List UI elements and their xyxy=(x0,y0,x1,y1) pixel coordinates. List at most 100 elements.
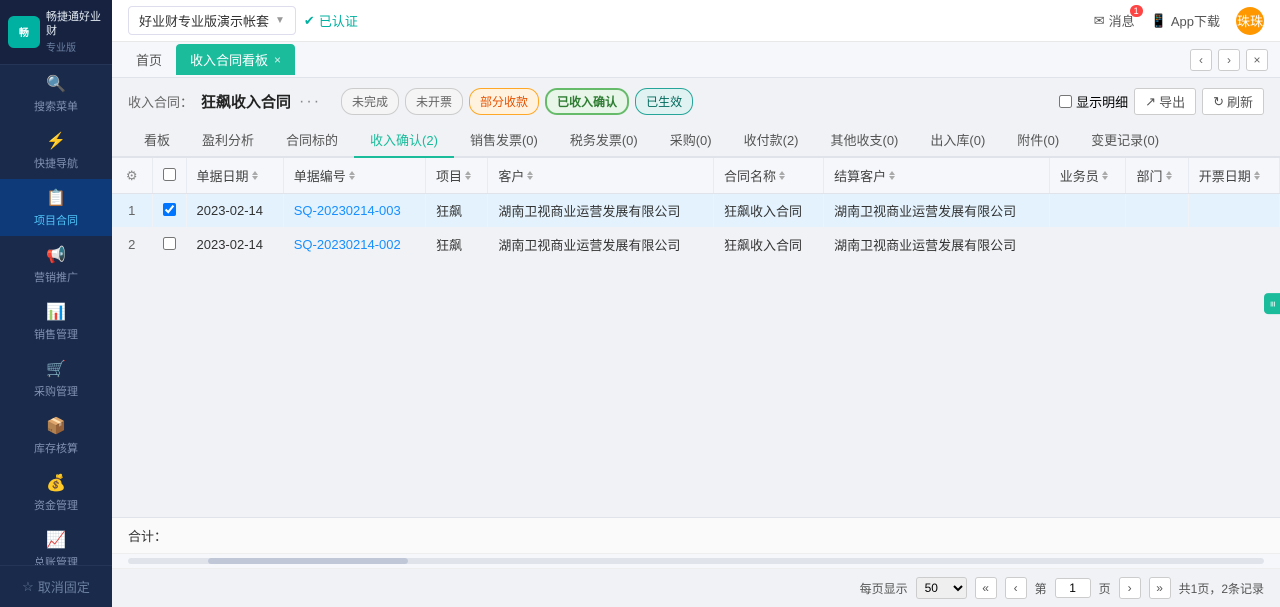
subtab-6[interactable]: 采购(0) xyxy=(654,123,728,158)
certified-badge: ✔ 已认证 xyxy=(304,11,358,30)
status-button-3[interactable]: 已收入确认 xyxy=(545,88,629,115)
subtab-4[interactable]: 销售发票(0) xyxy=(454,123,554,158)
tab-active[interactable]: 收入合同看板 × xyxy=(176,44,295,75)
subtab-5[interactable]: 税务发票(0) xyxy=(554,123,654,158)
sidebar-item-7[interactable]: 💰 资金管理 xyxy=(0,464,112,521)
show-detail-checkbox-label[interactable]: 显示明细 xyxy=(1059,92,1128,111)
sort-icon-10[interactable] xyxy=(1254,171,1260,180)
sidebar-item-2[interactable]: 📋项目合同 xyxy=(0,179,112,236)
refresh-button[interactable]: ↻ 刷新 xyxy=(1202,88,1264,115)
status-button-1[interactable]: 未开票 xyxy=(405,88,463,115)
subtab-3[interactable]: 收入确认(2) xyxy=(354,123,454,158)
status-button-0[interactable]: 未完成 xyxy=(341,88,399,115)
subtab-1[interactable]: 盈利分析 xyxy=(186,123,270,158)
sidebar-unpin[interactable]: ☆ 取消固定 xyxy=(14,574,98,599)
next-page-button[interactable]: › xyxy=(1119,577,1141,599)
sidebar-label-6: 库存核算 xyxy=(34,440,78,456)
row-checkbox-0[interactable] xyxy=(163,203,176,216)
export-button[interactable]: ↗ 导出 xyxy=(1134,88,1196,115)
table-row-0[interactable]: 12023-02-14SQ-20230214-003狂飙湖南卫视商业运营发展有限… xyxy=(112,194,1280,228)
col-header-6[interactable]: 合同名称 xyxy=(714,158,824,194)
sidebar-item-8[interactable]: 📈总账管理 xyxy=(0,521,112,565)
sort-icon-3[interactable] xyxy=(349,171,355,180)
sidebar-item-0[interactable]: 🔍搜索菜单 xyxy=(0,65,112,122)
row-docno-1[interactable]: SQ-20230214-002 xyxy=(294,237,401,252)
sidebar-item-1[interactable]: ⚡快捷导航 xyxy=(0,122,112,179)
subtab-2[interactable]: 合同标的 xyxy=(270,123,354,158)
row-checkbox-1[interactable] xyxy=(163,237,176,250)
main-area: 好业财专业版演示帐套 ▼ ✔ 已认证 ✉ 1 消息 📱 App下载 珠珠 xyxy=(112,0,1280,607)
scrollbar-thumb[interactable] xyxy=(208,558,408,564)
col-header-2[interactable]: 单据日期 xyxy=(186,158,283,194)
col-header-4[interactable]: 项目 xyxy=(426,158,488,194)
tab-close-icon[interactable]: × xyxy=(274,53,281,67)
tab-close-button[interactable]: × xyxy=(1246,49,1268,71)
sort-icon-2[interactable] xyxy=(252,171,258,180)
show-detail-checkbox[interactable] xyxy=(1059,95,1072,108)
row-settle-0: 湖南卫视商业运营发展有限公司 xyxy=(834,204,1016,219)
topbar-left: 好业财专业版演示帐套 ▼ ✔ 已认证 xyxy=(128,6,358,35)
sidebar-icon-7: 💰 xyxy=(45,472,67,494)
tab-home[interactable]: 首页 xyxy=(124,44,174,75)
sidebar-item-4[interactable]: 📊销售管理 xyxy=(0,293,112,350)
row-num-1: 2 xyxy=(128,237,135,252)
sidebar-item-3[interactable]: 📢营销推广 xyxy=(0,236,112,293)
col-header-9[interactable]: 部门 xyxy=(1126,158,1188,194)
subtab-11[interactable]: 变更记录(0) xyxy=(1075,123,1175,158)
col-header-0: ⚙ xyxy=(112,158,152,194)
row-docno-0[interactable]: SQ-20230214-003 xyxy=(294,203,401,218)
subtab-7[interactable]: 收付款(2) xyxy=(728,123,815,158)
company-name: 好业财专业版演示帐套 xyxy=(139,11,269,30)
pagination: 每页显示 50 100 « ‹ 第 页 › » 共1页，2条记录 xyxy=(112,568,1280,607)
col-header-5[interactable]: 客户 xyxy=(488,158,714,194)
select-all-checkbox[interactable] xyxy=(163,168,176,181)
total-info: 共1页，2条记录 xyxy=(1179,580,1264,597)
col-header-8[interactable]: 业务员 xyxy=(1049,158,1126,194)
message-action[interactable]: ✉ 1 消息 xyxy=(1094,11,1135,30)
table-area[interactable]: ⚙ 单据日期单据编号项目客户合同名称结算客户业务员部门开票日期 12023-02-… xyxy=(112,158,1280,517)
avatar[interactable]: 珠珠 xyxy=(1236,7,1264,35)
status-button-4[interactable]: 已生效 xyxy=(635,88,693,115)
settings-icon[interactable]: ⚙ xyxy=(126,168,138,183)
total-label: 合计： xyxy=(128,526,167,545)
tab-prev-button[interactable]: ‹ xyxy=(1190,49,1212,71)
tab-home-label: 首页 xyxy=(136,53,162,68)
sort-icon-9[interactable] xyxy=(1166,171,1172,180)
sort-icon-8[interactable] xyxy=(1102,171,1108,180)
sidebar-item-5[interactable]: 🛒采购管理 xyxy=(0,350,112,407)
subtab-0[interactable]: 看板 xyxy=(128,123,186,158)
first-page-button[interactable]: « xyxy=(975,577,997,599)
prev-page-button[interactable]: ‹ xyxy=(1005,577,1027,599)
last-page-button[interactable]: » xyxy=(1149,577,1171,599)
logo-text: 畅捷通好业财 xyxy=(46,10,104,39)
subtab-9[interactable]: 出入库(0) xyxy=(914,123,1001,158)
sidebar: 畅 畅捷通好业财 专业版 🔍搜索菜单⚡快捷导航📋项目合同📢营销推广📊销售管理🛒采… xyxy=(0,0,112,607)
col-header-3[interactable]: 单据编号 xyxy=(283,158,425,194)
sort-icon-4[interactable] xyxy=(465,171,471,180)
sort-icon-6[interactable] xyxy=(779,171,785,180)
per-page-select[interactable]: 50 100 xyxy=(916,577,967,599)
subtab-10[interactable]: 附件(0) xyxy=(1001,123,1075,158)
right-edge-panel-button[interactable]: ≡ xyxy=(1264,293,1280,315)
app-download-action[interactable]: 📱 App下载 xyxy=(1151,11,1220,30)
col-header-7[interactable]: 结算客户 xyxy=(824,158,1050,194)
data-table: ⚙ 单据日期单据编号项目客户合同名称结算客户业务员部门开票日期 12023-02-… xyxy=(112,158,1280,262)
status-button-2[interactable]: 部分收款 xyxy=(469,88,539,115)
sidebar-item-6[interactable]: 📦库存核算 xyxy=(0,407,112,464)
subtab-8[interactable]: 其他收支(0) xyxy=(815,123,915,158)
sidebar-label-7: 资金管理 xyxy=(34,497,78,513)
table-head: ⚙ 单据日期单据编号项目客户合同名称结算客户业务员部门开票日期 xyxy=(112,158,1280,194)
tab-next-button[interactable]: › xyxy=(1218,49,1240,71)
row-date-1: 2023-02-14 xyxy=(197,237,264,252)
col-header-10[interactable]: 开票日期 xyxy=(1188,158,1279,194)
per-page-label: 每页显示 xyxy=(860,580,908,597)
company-selector[interactable]: 好业财专业版演示帐套 ▼ xyxy=(128,6,296,35)
horizontal-scrollbar[interactable] xyxy=(112,553,1280,568)
sort-icon-7[interactable] xyxy=(889,171,895,180)
avatar-text: 珠珠 xyxy=(1237,11,1263,30)
table-row-1[interactable]: 22023-02-14SQ-20230214-002狂飙湖南卫视商业运营发展有限… xyxy=(112,228,1280,262)
more-options-icon[interactable]: ··· xyxy=(299,93,321,111)
sort-icon-5[interactable] xyxy=(527,171,533,180)
row-customer-0: 湖南卫视商业运营发展有限公司 xyxy=(498,204,680,219)
page-number-input[interactable] xyxy=(1055,578,1091,598)
